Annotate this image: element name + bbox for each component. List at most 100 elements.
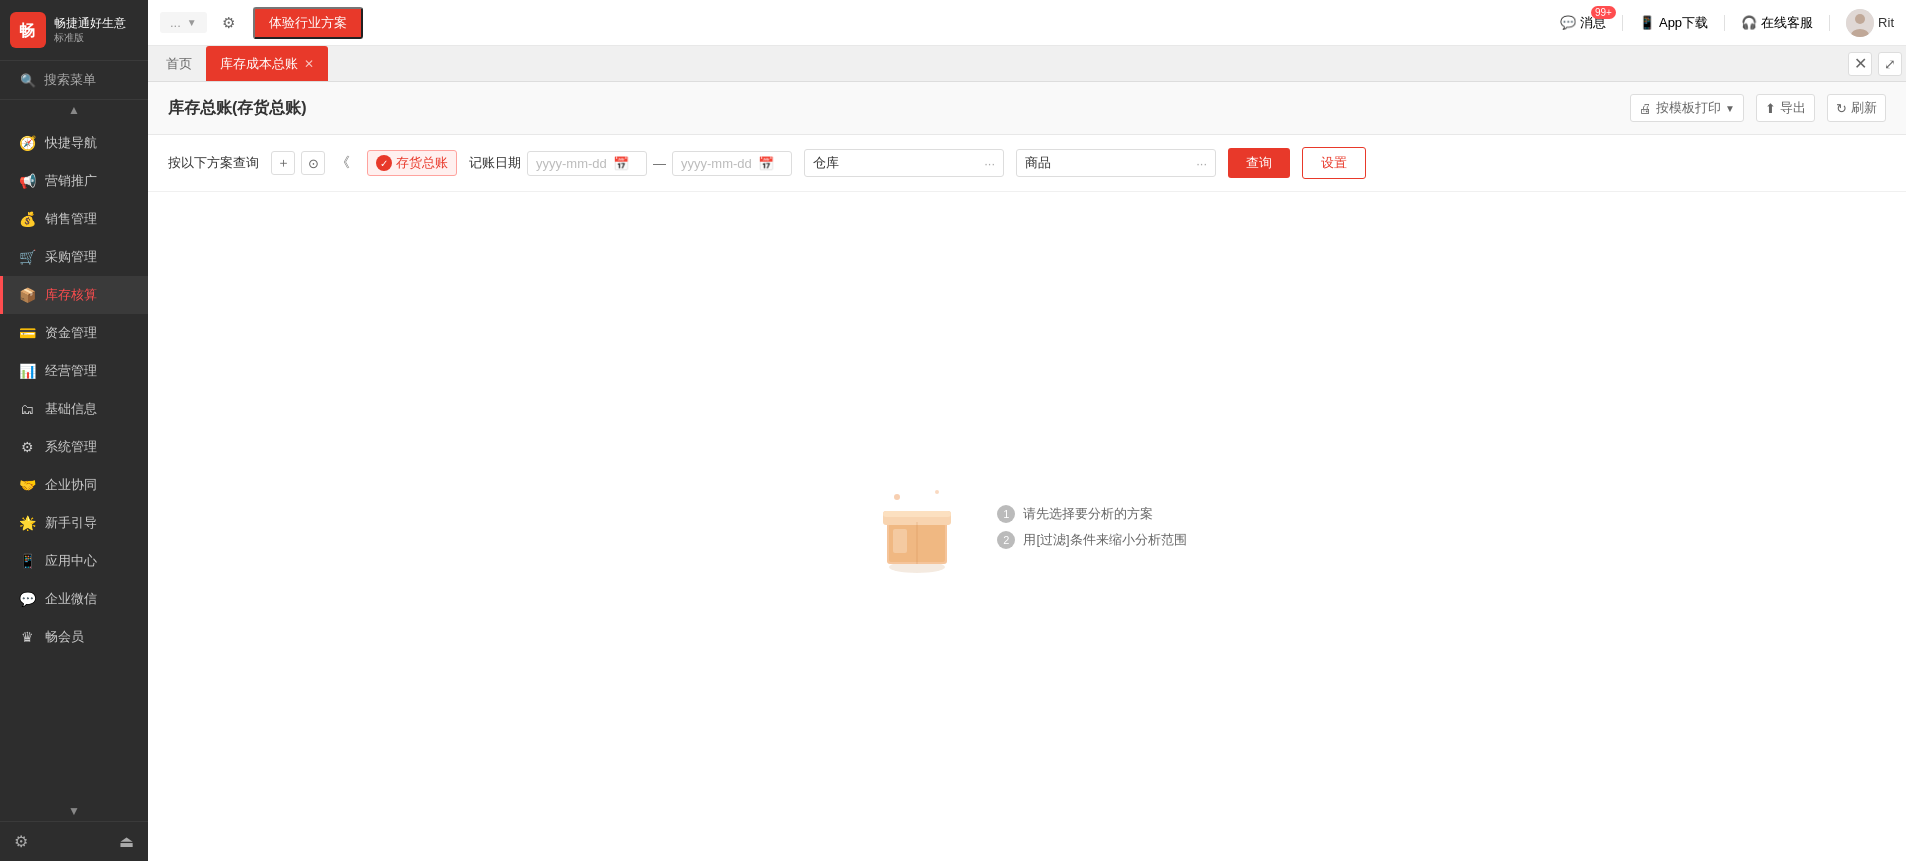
collapse-filter-btn[interactable]: 《 bbox=[331, 151, 355, 175]
date-end-input[interactable]: yyyy-mm-dd 📅 bbox=[672, 151, 792, 176]
sidebar-item-apps[interactable]: 📱 应用中心 bbox=[0, 542, 148, 580]
topbar-gear-btn[interactable]: ⚙ bbox=[215, 9, 243, 37]
scheme-tag[interactable]: ✓ 存货总账 bbox=[367, 150, 457, 176]
inventory-icon: 📦 bbox=[17, 287, 37, 303]
sidebar-item-vip[interactable]: ♛ 畅会员 bbox=[0, 618, 148, 656]
sidebar-item-quick-nav[interactable]: 🧭 快捷导航 bbox=[0, 124, 148, 162]
tab-inventory-ledger[interactable]: 库存成本总账 ✕ bbox=[206, 46, 328, 81]
empty-tip-1: 1 请先选择要分析的方案 bbox=[997, 505, 1186, 523]
scroll-up-btn[interactable]: ▲ bbox=[0, 100, 148, 120]
svg-point-10 bbox=[894, 494, 900, 500]
sidebar-nav: 🧭 快捷导航 📢 营销推广 💰 销售管理 🛒 采购管理 📦 库存核算 💳 资金管… bbox=[0, 120, 148, 801]
sidebar-item-newbie[interactable]: 🌟 新手引导 bbox=[0, 504, 148, 542]
query-btn[interactable]: 查询 bbox=[1228, 148, 1290, 178]
calendar-start-icon: 📅 bbox=[613, 156, 629, 171]
settings-footer-btn[interactable]: ⚙ bbox=[14, 832, 28, 851]
page-title: 库存总账(存货总账) bbox=[168, 98, 307, 119]
scheme-icon: ✓ bbox=[376, 155, 392, 171]
print-icon: 🖨 bbox=[1639, 101, 1652, 116]
export-btn[interactable]: ⬆ 导出 bbox=[1756, 94, 1815, 122]
sidebar-item-cooperation[interactable]: 🤝 企业协同 bbox=[0, 466, 148, 504]
page-content: 库存总账(存货总账) 🖨 按模板打印 ▼ ⬆ 导出 ↻ 刷新 按以下方案查询 bbox=[148, 82, 1906, 861]
topbar-left: ... ▼ ⚙ 体验行业方案 bbox=[160, 7, 1560, 39]
marketing-icon: 📢 bbox=[17, 173, 37, 189]
breadcrumb[interactable]: ... ▼ bbox=[160, 12, 207, 33]
app-download-btn[interactable]: 📱 App下载 bbox=[1639, 14, 1708, 32]
quick-nav-icon: 🧭 bbox=[17, 135, 37, 151]
svg-point-2 bbox=[1855, 14, 1865, 24]
message-icon: 💬 bbox=[1560, 15, 1576, 30]
sidebar-item-inventory[interactable]: 📦 库存核算 bbox=[0, 276, 148, 314]
settings-btn[interactable]: 设置 bbox=[1302, 147, 1366, 179]
sidebar-item-system[interactable]: ⚙ 系统管理 bbox=[0, 428, 148, 466]
sidebar-item-purchase[interactable]: 🛒 采购管理 bbox=[0, 238, 148, 276]
scroll-down-btn[interactable]: ▼ bbox=[0, 801, 148, 821]
print-dropdown-icon: ▼ bbox=[1725, 103, 1735, 114]
wechat-icon: 💬 bbox=[17, 591, 37, 607]
export-icon: ⬆ bbox=[1765, 101, 1776, 116]
basic-icon: 🗂 bbox=[17, 401, 37, 417]
warehouse-field[interactable]: 仓库 ··· bbox=[804, 149, 1004, 177]
search-icon: 🔍 bbox=[20, 73, 36, 88]
filter-label: 按以下方案查询 bbox=[168, 154, 259, 172]
user-profile-btn[interactable]: Rit bbox=[1846, 9, 1894, 37]
apps-icon: 📱 bbox=[17, 553, 37, 569]
sidebar-item-marketing[interactable]: 📢 营销推广 bbox=[0, 162, 148, 200]
tip-num-1: 1 bbox=[997, 505, 1015, 523]
edit-filter-btn[interactable]: ⊙ bbox=[301, 151, 325, 175]
tip-num-2: 2 bbox=[997, 531, 1015, 549]
sidebar-item-wechat[interactable]: 💬 企业微信 bbox=[0, 580, 148, 618]
page-actions: 🖨 按模板打印 ▼ ⬆ 导出 ↻ 刷新 bbox=[1630, 94, 1886, 122]
product-field[interactable]: 商品 ··· bbox=[1016, 149, 1216, 177]
breadcrumb-arrow: ▼ bbox=[187, 17, 197, 28]
filter-actions: ＋ ⊙ 《 bbox=[271, 151, 355, 175]
app-logo: 畅 畅捷通好生意 标准版 bbox=[0, 0, 148, 61]
system-icon: ⚙ bbox=[17, 439, 37, 455]
sidebar-item-sales[interactable]: 💰 销售管理 bbox=[0, 200, 148, 238]
refresh-btn[interactable]: ↻ 刷新 bbox=[1827, 94, 1886, 122]
sidebar-item-finance[interactable]: 💳 资金管理 bbox=[0, 314, 148, 352]
sidebar-item-operations[interactable]: 📊 经营管理 bbox=[0, 352, 148, 390]
vip-icon: ♛ bbox=[17, 629, 37, 645]
operations-icon: 📊 bbox=[17, 363, 37, 379]
speaker-footer-btn[interactable]: ⏏ bbox=[119, 832, 134, 851]
svg-text:畅: 畅 bbox=[19, 22, 35, 39]
messages-btn[interactable]: 💬 消息 99+ bbox=[1560, 14, 1606, 32]
tab-home[interactable]: 首页 bbox=[152, 46, 206, 81]
mobile-icon: 📱 bbox=[1639, 15, 1655, 30]
calendar-end-icon: 📅 bbox=[758, 156, 774, 171]
panel-close-btn[interactable]: ✕ bbox=[1848, 52, 1872, 76]
username-label: Rit bbox=[1878, 15, 1894, 30]
topbar: ... ▼ ⚙ 体验行业方案 💬 消息 99+ 📱 App下载 🎧 在线客服 bbox=[148, 0, 1906, 46]
topbar-right: 💬 消息 99+ 📱 App下载 🎧 在线客服 bbox=[1560, 9, 1894, 37]
date-range: 记账日期 yyyy-mm-dd 📅 — yyyy-mm-dd 📅 bbox=[469, 151, 792, 176]
svg-point-11 bbox=[935, 490, 939, 494]
add-filter-btn[interactable]: ＋ bbox=[271, 151, 295, 175]
svg-rect-7 bbox=[893, 529, 907, 553]
sidebar-item-basic[interactable]: 🗂 基础信息 bbox=[0, 390, 148, 428]
warehouse-more-icon: ··· bbox=[984, 156, 995, 171]
online-service-btn[interactable]: 🎧 在线客服 bbox=[1741, 14, 1813, 32]
tab-close-btn[interactable]: ✕ bbox=[304, 57, 314, 71]
page-header: 库存总账(存货总账) 🖨 按模板打印 ▼ ⬆ 导出 ↻ 刷新 bbox=[148, 82, 1906, 135]
sidebar-footer: ⚙ ⏏ bbox=[0, 821, 148, 861]
purchase-icon: 🛒 bbox=[17, 249, 37, 265]
avatar bbox=[1846, 9, 1874, 37]
date-label: 记账日期 bbox=[469, 154, 521, 172]
empty-state: 1 请先选择要分析的方案 2 用[过滤]条件来缩小分析范围 bbox=[148, 192, 1906, 861]
sidebar: 畅 畅捷通好生意 标准版 🔍 搜索菜单 ▲ 🧭 快捷导航 📢 营销推广 💰 销售… bbox=[0, 0, 148, 861]
panel-expand-btn[interactable]: ⤢ bbox=[1878, 52, 1902, 76]
print-btn[interactable]: 🖨 按模板打印 ▼ bbox=[1630, 94, 1744, 122]
scheme-selector: ✓ 存货总账 bbox=[367, 150, 457, 176]
svg-rect-9 bbox=[883, 511, 951, 517]
refresh-icon: ↻ bbox=[1836, 101, 1847, 116]
empty-content: 1 请先选择要分析的方案 2 用[过滤]条件来缩小分析范围 bbox=[867, 477, 1186, 577]
logo-text: 畅捷通好生意 标准版 bbox=[54, 16, 126, 45]
industry-solution-btn[interactable]: 体验行业方案 bbox=[253, 7, 363, 39]
search-menu[interactable]: 🔍 搜索菜单 bbox=[0, 61, 148, 100]
breadcrumb-text: ... bbox=[170, 15, 181, 30]
date-start-input[interactable]: yyyy-mm-dd 📅 bbox=[527, 151, 647, 176]
finance-icon: 💳 bbox=[17, 325, 37, 341]
empty-tip-2: 2 用[过滤]条件来缩小分析范围 bbox=[997, 531, 1186, 549]
date-separator: — bbox=[653, 156, 666, 171]
